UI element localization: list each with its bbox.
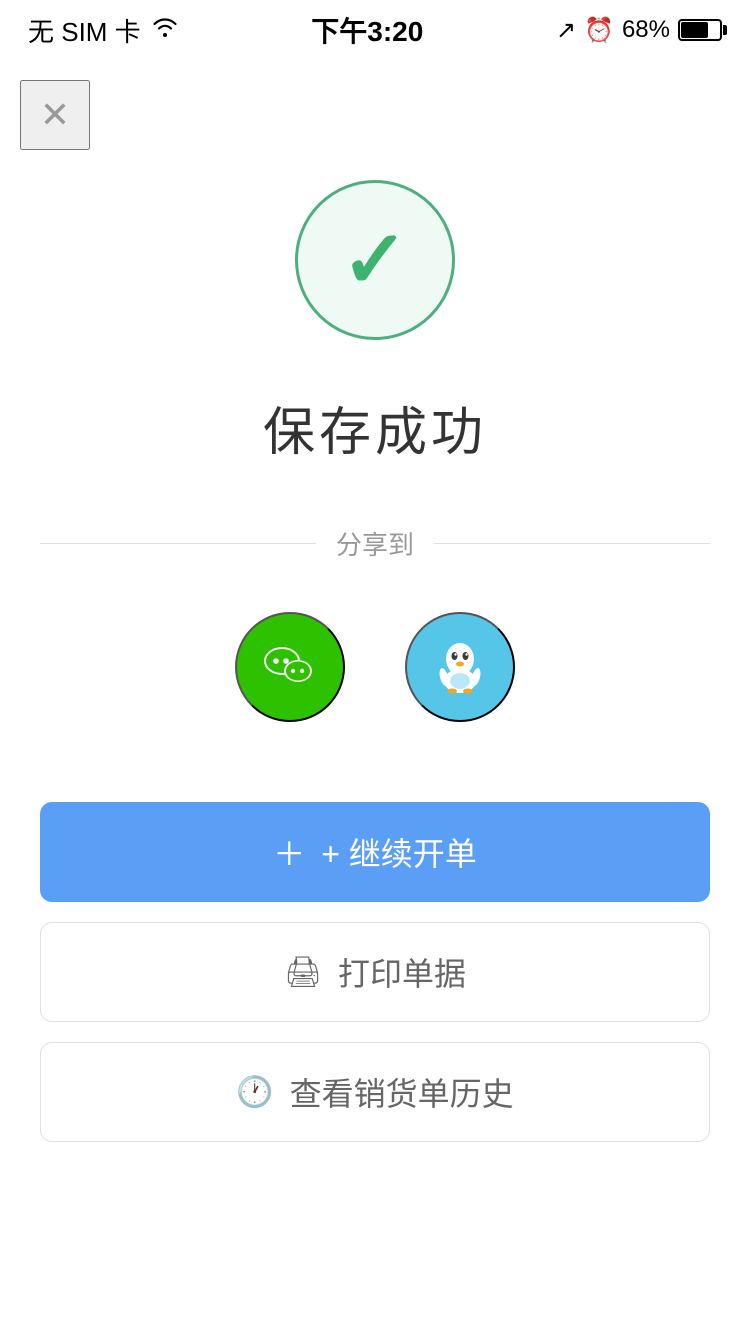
- print-button[interactable]: 🖨 打印单据: [40, 922, 710, 1022]
- wechat-share-button[interactable]: [235, 612, 345, 722]
- status-bar: 无 SIM 卡 下午3:20 ↗ ⏰ 68%: [0, 0, 750, 60]
- close-icon: ✕: [40, 94, 70, 136]
- status-right: ↗ ⏰ 68%: [556, 16, 722, 45]
- divider-left: [40, 543, 316, 544]
- wifi-icon: [151, 16, 179, 45]
- continue-order-button[interactable]: ＋ + 继续开单: [40, 802, 710, 902]
- action-buttons: ＋ + 继续开单 🖨 打印单据 🕐 查看销货单历史: [40, 802, 710, 1142]
- checkmark-icon: ✓: [341, 220, 408, 300]
- continue-icon: ＋: [273, 829, 305, 875]
- divider-right: [434, 543, 710, 544]
- share-label: 分享到: [336, 525, 414, 562]
- print-label: 打印单据: [338, 949, 466, 995]
- carrier-text: 无 SIM 卡: [28, 12, 141, 49]
- qq-icon: [430, 637, 490, 697]
- location-icon: ↗: [556, 16, 576, 45]
- close-button[interactable]: ✕: [20, 80, 90, 150]
- share-divider: 分享到: [40, 525, 710, 562]
- print-icon: 🖨: [284, 955, 322, 990]
- history-button[interactable]: 🕐 查看销货单历史: [40, 1042, 710, 1142]
- qq-share-button[interactable]: [405, 612, 515, 722]
- time-display: 下午3:20: [311, 10, 423, 50]
- status-left: 无 SIM 卡: [28, 12, 179, 49]
- battery-icon: [678, 19, 722, 41]
- alarm-icon: ⏰: [584, 16, 614, 45]
- battery-percentage: 68%: [622, 16, 670, 44]
- success-circle: ✓: [295, 180, 455, 340]
- continue-label: + 继续开单: [321, 829, 477, 875]
- wechat-icon: [260, 637, 320, 697]
- main-content: ✓ 保存成功 分享到: [0, 150, 750, 1334]
- share-icons: [235, 612, 515, 722]
- history-icon: 🕐: [236, 1075, 273, 1110]
- success-title: 保存成功: [263, 390, 487, 465]
- history-label: 查看销货单历史: [290, 1069, 514, 1115]
